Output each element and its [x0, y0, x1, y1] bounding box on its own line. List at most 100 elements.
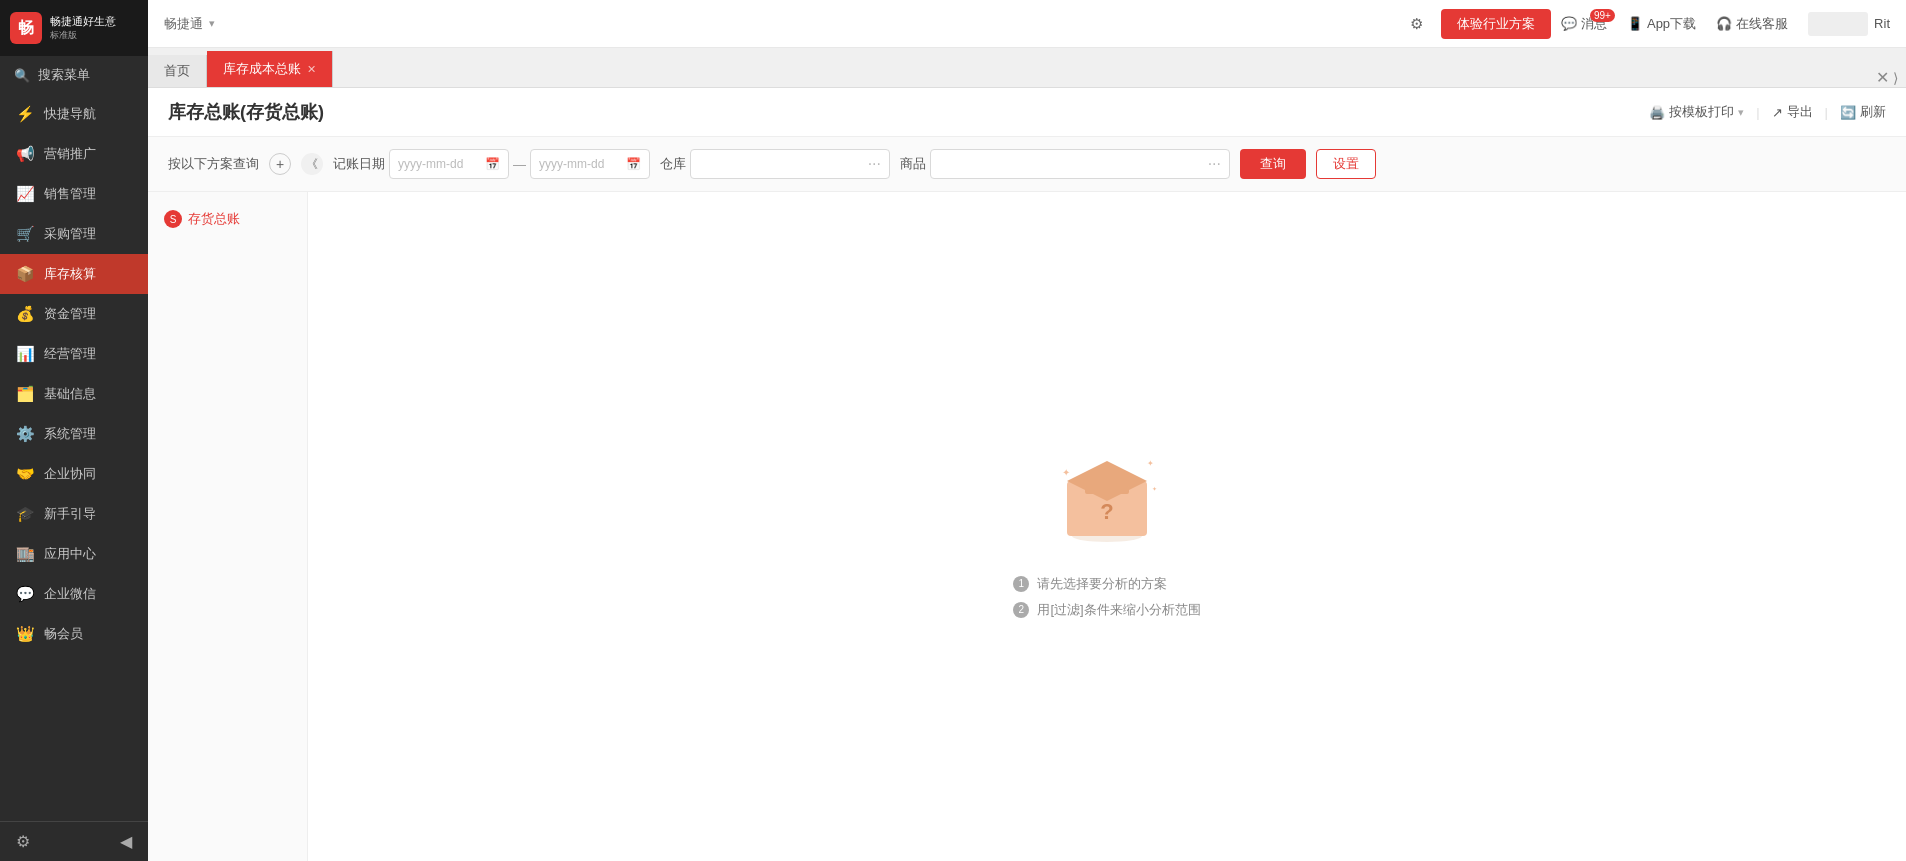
search-menu[interactable]: 🔍 搜索菜单 [0, 56, 148, 94]
empty-state: ? ✦ ✦ ✦ 1 请先选择要分析的方案 2 用[过滤]条件来缩小分析范围 [308, 192, 1906, 861]
sidebar-item-system[interactable]: ⚙️ 系统管理 [0, 414, 148, 454]
phone-icon: 📱 [1627, 16, 1643, 31]
sidebar-item-member[interactable]: 👑 畅会员 [0, 614, 148, 654]
svg-text:✦: ✦ [1147, 459, 1154, 468]
sidebar-item-marketing[interactable]: 📢 营销推广 [0, 134, 148, 174]
filter-add-btn[interactable]: + [269, 153, 291, 175]
quick-nav-icon: ⚡ [16, 105, 34, 123]
content-wrapper: S 存货总账 ? [148, 192, 1906, 861]
print-template-btn[interactable]: 🖨️ 按模板打印 ▾ [1649, 103, 1744, 121]
message-icon: 💬 [1561, 16, 1577, 31]
user-area[interactable]: Rit [1808, 12, 1890, 36]
logo-icon: 畅 [10, 12, 42, 44]
operations-icon: 📊 [16, 345, 34, 363]
sidebar-item-company[interactable]: 🤝 企业协同 [0, 454, 148, 494]
export-btn[interactable]: ↗ 导出 [1772, 103, 1813, 121]
online-service-btn[interactable]: 🎧 在线客服 [1716, 15, 1788, 33]
warehouse-input[interactable]: ··· [690, 149, 890, 179]
top-header: 畅捷通 ▾ ⚙ 体验行业方案 💬 消息 99+ 📱 App下载 🎧 在线客服 R… [148, 0, 1906, 48]
page-header: 库存总账(存货总账) 🖨️ 按模板打印 ▾ | ↗ 导出 | 🔄 刷新 [148, 88, 1906, 137]
empty-illustration: ? ✦ ✦ ✦ [1047, 431, 1167, 551]
logo-text: 畅捷通好生意 标准版 [50, 14, 116, 42]
date-from-input[interactable]: yyyy-mm-dd 📅 [389, 149, 509, 179]
scheme-item-inventory[interactable]: S 存货总账 [148, 202, 307, 236]
breadcrumb-chevron-icon[interactable]: ▾ [209, 17, 215, 30]
query-button[interactable]: 查询 [1240, 149, 1306, 179]
svg-text:✦: ✦ [1062, 467, 1070, 478]
date-label: 记账日期 [333, 155, 385, 173]
sidebar-item-finance[interactable]: 💰 资金管理 [0, 294, 148, 334]
collapse-icon[interactable]: ◀ [120, 832, 132, 851]
company-icon: 🤝 [16, 465, 34, 483]
sidebar: 畅 畅捷通好生意 标准版 🔍 搜索菜单 ⚡ 快捷导航 📢 营销推广 📈 销售管理… [0, 0, 148, 861]
tip-num-1: 1 [1013, 576, 1029, 592]
basic-icon: 🗂️ [16, 385, 34, 403]
filter-collapse-btn[interactable]: 《 [301, 153, 323, 175]
calendar-to-icon: 📅 [626, 157, 641, 171]
date-to-input[interactable]: yyyy-mm-dd 📅 [530, 149, 650, 179]
sidebar-nav: ⚡ 快捷导航 📢 营销推广 📈 销售管理 🛒 采购管理 📦 库存核算 💰 资金管… [0, 94, 148, 821]
wechat-icon: 💬 [16, 585, 34, 603]
sidebar-item-newbie[interactable]: 🎓 新手引导 [0, 494, 148, 534]
finance-icon: 💰 [16, 305, 34, 323]
sidebar-item-sales[interactable]: 📈 销售管理 [0, 174, 148, 214]
sidebar-item-quick-nav[interactable]: ⚡ 快捷导航 [0, 94, 148, 134]
username: Rit [1874, 16, 1890, 31]
warehouse-more-icon[interactable]: ··· [868, 155, 881, 173]
tab-close-icon[interactable]: ✕ [307, 63, 316, 76]
newbie-icon: 🎓 [16, 505, 34, 523]
tip-text-2: 用[过滤]条件来缩小分析范围 [1037, 597, 1200, 623]
product-input[interactable]: ··· [930, 149, 1230, 179]
product-more-icon[interactable]: ··· [1208, 155, 1221, 173]
scheme-icon: S [164, 210, 182, 228]
sidebar-item-purchase[interactable]: 🛒 采购管理 [0, 214, 148, 254]
scheme-sidebar: S 存货总账 [148, 192, 308, 861]
svg-rect-3 [1085, 486, 1129, 494]
app-logo: 畅 畅捷通好生意 标准版 [0, 0, 148, 56]
tab-bar: 首页 库存成本总账 ✕ ✕ ⟩ [148, 48, 1906, 88]
tip-num-2: 2 [1013, 602, 1029, 618]
message-badge: 99+ [1590, 9, 1615, 22]
tip-text-1: 请先选择要分析的方案 [1037, 571, 1167, 597]
page-title: 库存总账(存货总账) [168, 100, 324, 124]
search-icon: 🔍 [14, 68, 30, 83]
tab-panel-close-icon[interactable]: ✕ [1876, 68, 1889, 87]
product-filter-group: 商品 ··· [900, 149, 1230, 179]
page-actions: 🖨️ 按模板打印 ▾ | ↗ 导出 | 🔄 刷新 [1649, 103, 1886, 121]
warehouse-filter-group: 仓库 ··· [660, 149, 890, 179]
tab-inventory-cost[interactable]: 库存成本总账 ✕ [207, 51, 333, 87]
system-icon: ⚙️ [16, 425, 34, 443]
export-icon: ↗ [1772, 105, 1783, 120]
header-right: 💬 消息 99+ 📱 App下载 🎧 在线客服 Rit [1561, 12, 1890, 36]
print-dropdown-icon[interactable]: ▾ [1738, 106, 1744, 119]
empty-tips: 1 请先选择要分析的方案 2 用[过滤]条件来缩小分析范围 [1013, 571, 1200, 623]
breadcrumb: 畅捷通 ▾ [164, 15, 1393, 33]
app-download-btn[interactable]: 📱 App下载 [1627, 15, 1696, 33]
sidebar-item-inventory[interactable]: 📦 库存核算 [0, 254, 148, 294]
filter-label: 按以下方案查询 [168, 155, 259, 173]
svg-text:?: ? [1100, 499, 1113, 524]
sidebar-item-wechat[interactable]: 💬 企业微信 [0, 574, 148, 614]
breadcrumb-text: 畅捷通 [164, 15, 203, 33]
member-icon: 👑 [16, 625, 34, 643]
message-btn[interactable]: 💬 消息 99+ [1561, 15, 1607, 33]
main-area: 畅捷通 ▾ ⚙ 体验行业方案 💬 消息 99+ 📱 App下载 🎧 在线客服 R… [148, 0, 1906, 861]
settings-footer-icon[interactable]: ⚙ [16, 832, 30, 851]
filter-bar: 按以下方案查询 + 《 记账日期 yyyy-mm-dd 📅 — yyyy-mm-… [148, 137, 1906, 192]
tip-item-2: 2 用[过滤]条件来缩小分析范围 [1013, 597, 1200, 623]
refresh-btn[interactable]: 🔄 刷新 [1840, 103, 1886, 121]
headset-icon: 🎧 [1716, 16, 1732, 31]
tab-panel-expand-icon[interactable]: ⟩ [1893, 70, 1898, 86]
warehouse-label: 仓库 [660, 155, 686, 173]
gear-button[interactable]: ⚙ [1403, 10, 1431, 38]
marketing-icon: 📢 [16, 145, 34, 163]
industry-btn[interactable]: 体验行业方案 [1441, 9, 1551, 39]
refresh-icon: 🔄 [1840, 105, 1856, 120]
tab-home[interactable]: 首页 [148, 55, 207, 87]
sidebar-item-operations[interactable]: 📊 经营管理 [0, 334, 148, 374]
sidebar-item-appstore[interactable]: 🏬 应用中心 [0, 534, 148, 574]
purchase-icon: 🛒 [16, 225, 34, 243]
date-filter-group: 记账日期 yyyy-mm-dd 📅 — yyyy-mm-dd 📅 [333, 149, 650, 179]
setting-button[interactable]: 设置 [1316, 149, 1376, 179]
sidebar-item-basic[interactable]: 🗂️ 基础信息 [0, 374, 148, 414]
